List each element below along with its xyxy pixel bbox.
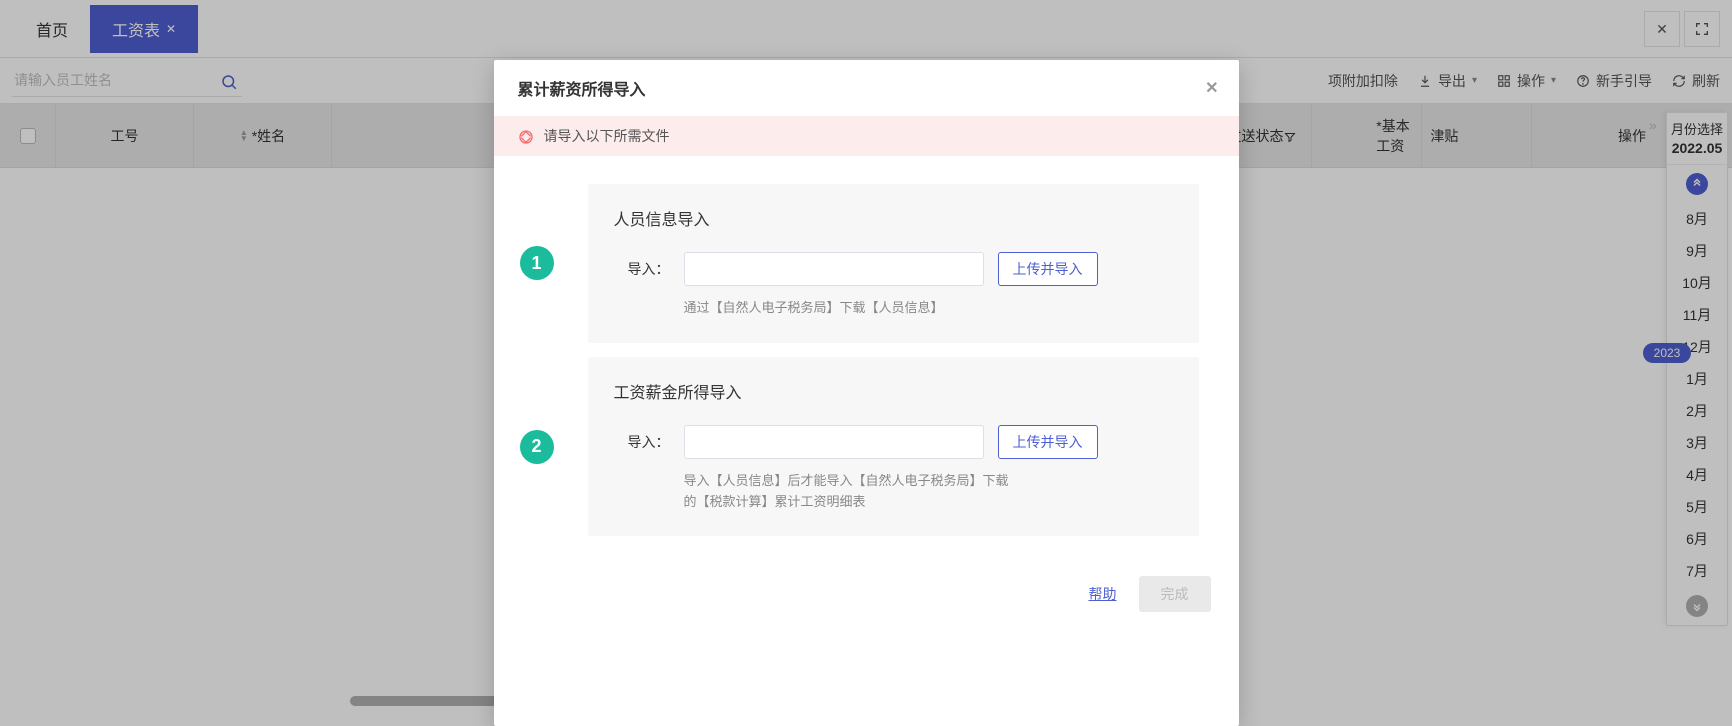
step-1-row: 导入： 上传并导入: [614, 252, 1173, 286]
step-2-file-input[interactable]: [684, 425, 984, 459]
modal-body: 1 人员信息导入 导入： 上传并导入 通过【自然人电子税务局】下载【人员信息】: [494, 156, 1239, 560]
alert-icon: [518, 127, 534, 144]
step-2-wrap: 2 工资薪金所得导入 导入： 上传并导入 导入【人员信息】后才能导入【自然人电子…: [588, 357, 1199, 537]
step-1-title: 人员信息导入: [614, 206, 1173, 230]
step-1-upload-label: 上传并导入: [1013, 259, 1083, 279]
modal-title: 累计薪资所得导入: [518, 76, 646, 100]
modal-header: 累计薪资所得导入 ✕: [494, 60, 1239, 116]
step-1-hint: 通过【自然人电子税务局】下载【人员信息】: [684, 298, 1014, 319]
step-2-hint: 导入【人员信息】后才能导入【自然人电子税务局】下载的【税款计算】累计工资明细表: [684, 471, 1014, 513]
step-1-badge: 1: [520, 246, 554, 280]
modal-close-button[interactable]: ✕: [1205, 78, 1218, 98]
finish-button[interactable]: 完成: [1139, 576, 1211, 612]
modal-alert-text: 请导入以下所需文件: [544, 126, 670, 146]
step-1-file-input[interactable]: [684, 252, 984, 286]
help-link[interactable]: 帮助: [1089, 584, 1117, 604]
step-1-upload-button[interactable]: 上传并导入: [998, 252, 1098, 286]
step-2-row: 导入： 上传并导入: [614, 425, 1173, 459]
modal-footer: 帮助 完成: [494, 560, 1239, 628]
step-2-upload-label: 上传并导入: [1013, 432, 1083, 452]
step-2-block: 工资薪金所得导入 导入： 上传并导入 导入【人员信息】后才能导入【自然人电子税务…: [588, 357, 1199, 537]
finish-button-label: 完成: [1161, 586, 1189, 602]
step-2-upload-button[interactable]: 上传并导入: [998, 425, 1098, 459]
step-1-label: 导入：: [614, 259, 670, 279]
step-2-label: 导入：: [614, 432, 670, 452]
step-1-block: 人员信息导入 导入： 上传并导入 通过【自然人电子税务局】下载【人员信息】: [588, 184, 1199, 343]
modal-alert: 请导入以下所需文件: [494, 116, 1239, 156]
modal-overlay: 累计薪资所得导入 ✕ 请导入以下所需文件 1 人员信息导入 导入：: [0, 0, 1732, 726]
step-2-title: 工资薪金所得导入: [614, 379, 1173, 403]
step-2-badge: 2: [520, 430, 554, 464]
step-1-wrap: 1 人员信息导入 导入： 上传并导入 通过【自然人电子税务局】下载【人员信息】: [588, 184, 1199, 343]
import-modal: 累计薪资所得导入 ✕ 请导入以下所需文件 1 人员信息导入 导入：: [494, 60, 1239, 726]
